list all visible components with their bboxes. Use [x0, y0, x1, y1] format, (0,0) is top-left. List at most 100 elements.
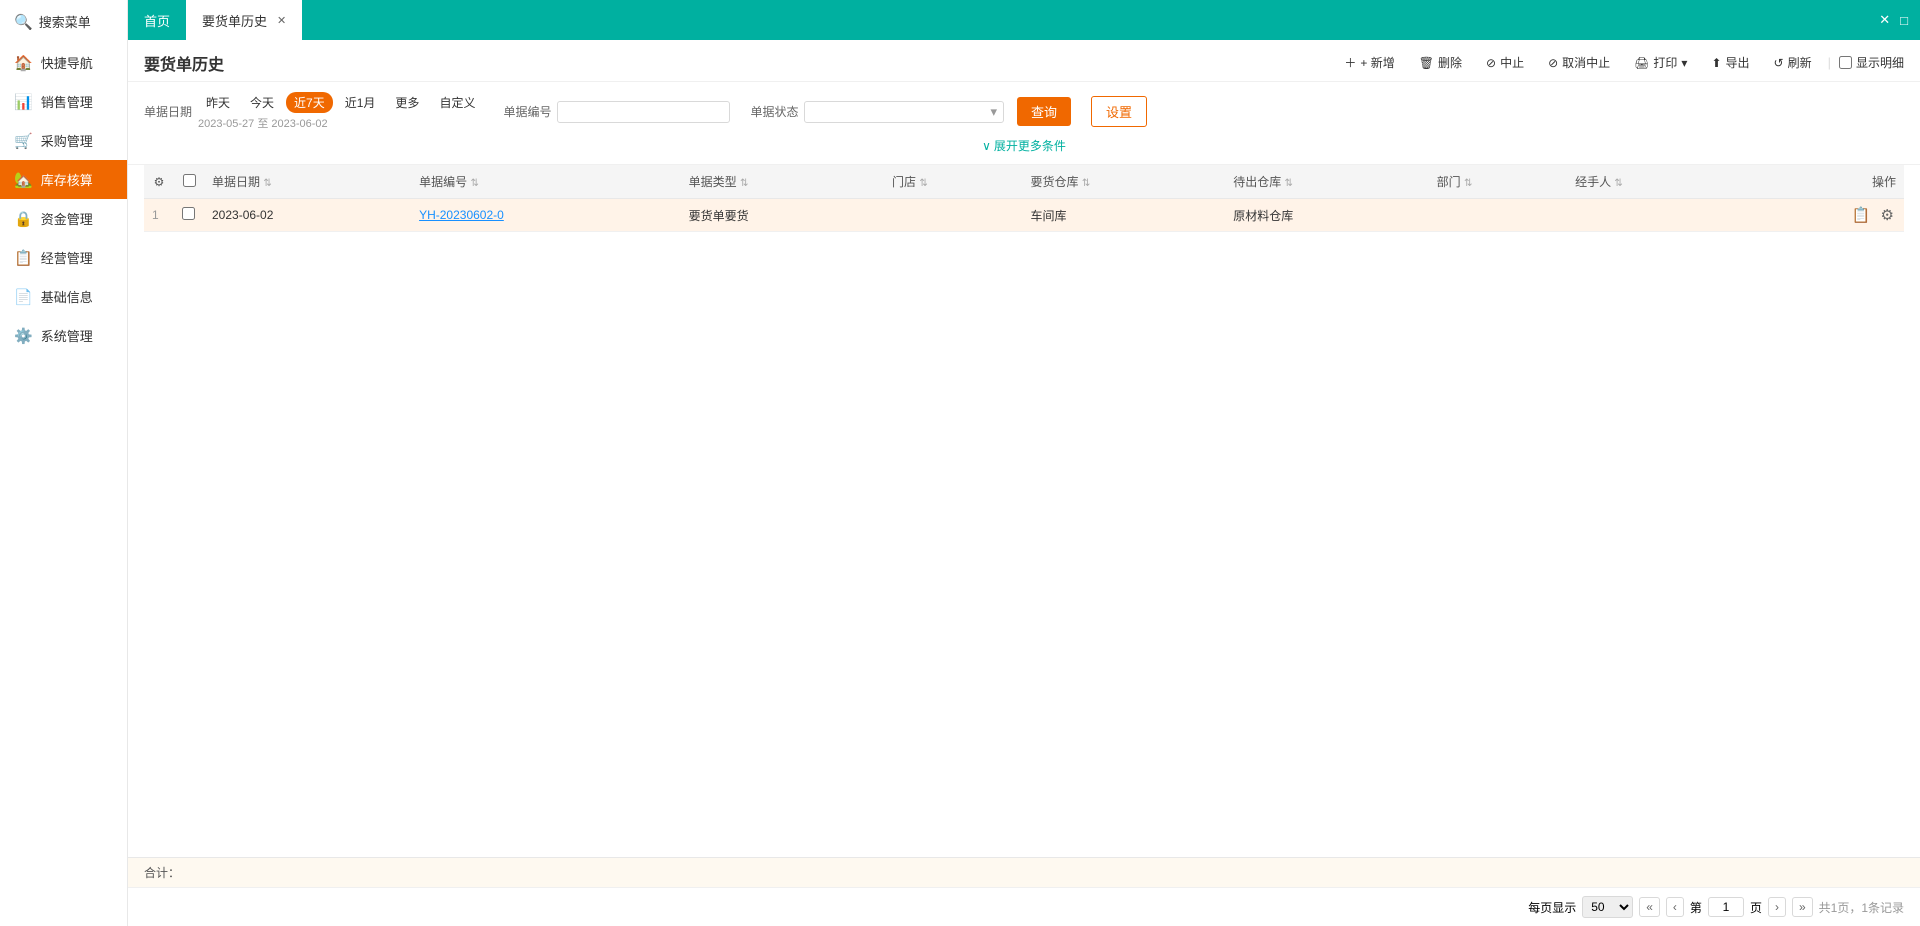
per-page-select[interactable]: 50 20 100 [1582, 896, 1633, 918]
table-header-row: ⚙ 单据日期 ⇅ 单据编号 ⇅ 单据类型 [144, 165, 1904, 199]
sidebar-item-purchase[interactable]: 🛒 采购管理 [0, 121, 127, 160]
new-button[interactable]: ＋ + 新增 [1336, 50, 1402, 75]
sidebar-item-system[interactable]: ⚙️ 系统管理 [0, 316, 127, 355]
sidebar-item-sales[interactable]: 📊 销售管理 [0, 82, 127, 121]
sidebar-item-inventory[interactable]: 🏡 库存核算 [0, 160, 127, 199]
order-no-input[interactable] [557, 101, 730, 123]
refresh-button[interactable]: ↺ 刷新 [1766, 50, 1820, 75]
row-date: 2023-06-02 [204, 199, 411, 232]
print-button[interactable]: 🖨 打印 ▾ [1626, 50, 1695, 75]
sort-orderno-icon: ⇅ [470, 178, 478, 189]
sort-type-icon: ⇅ [740, 178, 748, 189]
sidebar-item-basic[interactable]: 📄 基础信息 [0, 277, 127, 316]
sort-pendwh-icon: ⇅ [1285, 178, 1293, 189]
sort-date-icon: ⇅ [263, 178, 271, 189]
toolbar: ＋ + 新增 🗑 删除 ⊘ 中止 ⊘ 取消中止 🖨 打印 [1336, 50, 1904, 75]
date-chip-last7days[interactable]: 近7天 [286, 92, 333, 113]
basic-icon: 📄 [14, 288, 33, 306]
per-page-label: 每页显示 [1528, 899, 1576, 916]
window-maximize-icon[interactable]: □ [1900, 13, 1908, 28]
th-date[interactable]: 单据日期 ⇅ [204, 165, 411, 199]
sidebar-item-label: 销售管理 [41, 92, 93, 111]
th-settings[interactable]: ⚙ [144, 165, 174, 199]
date-chip-custom[interactable]: 自定义 [431, 92, 483, 113]
date-chip-today[interactable]: 今天 [242, 92, 282, 113]
query-button[interactable]: 查询 [1017, 97, 1071, 126]
th-req-warehouse[interactable]: 要货仓库 ⇅ [1023, 165, 1226, 199]
date-chips: 昨天 今天 近7天 近1月 更多 自定义 [198, 92, 483, 113]
tab-home-label: 首页 [144, 11, 170, 30]
row-checkbox-cell [174, 199, 204, 232]
date-chip-last1month[interactable]: 近1月 [337, 92, 384, 113]
export-button[interactable]: ⬆ 导出 [1703, 50, 1757, 75]
page-label: 第 [1690, 899, 1702, 916]
refresh-icon: ↺ [1774, 56, 1784, 70]
pagination-info: 共1页，1条记录 [1819, 899, 1904, 916]
new-icon: ＋ [1344, 54, 1356, 71]
delete-button[interactable]: 🗑 删除 [1411, 50, 1470, 75]
sidebar-item-operation[interactable]: 📋 经营管理 [0, 238, 127, 277]
date-chip-yesterday[interactable]: 昨天 [198, 92, 238, 113]
prev-page-button[interactable]: ‹ [1666, 897, 1684, 917]
home-icon: 🏠 [14, 54, 33, 72]
date-filter-col: 昨天 今天 近7天 近1月 更多 自定义 2023-05-27 至 2023-0… [198, 92, 483, 131]
cancel-stop-button[interactable]: ⊘ 取消中止 [1540, 50, 1618, 75]
expand-chevron-icon: ∨ [982, 139, 991, 153]
page-suffix: 页 [1750, 899, 1762, 916]
th-operation: 操作 [1738, 165, 1904, 199]
row-delete-button[interactable]: ⚙ [1879, 206, 1896, 224]
th-order-no[interactable]: 单据编号 ⇅ [411, 165, 681, 199]
print-icon: 🖨 [1634, 56, 1649, 70]
th-pending-warehouse[interactable]: 待出仓库 ⇅ [1225, 165, 1428, 199]
sidebar-item-label: 库存核算 [41, 170, 93, 189]
expand-more-btn[interactable]: ∨ 展开更多条件 [144, 137, 1904, 154]
stop-button[interactable]: ⊘ 中止 [1478, 50, 1532, 75]
page-input[interactable] [1708, 897, 1744, 917]
status-input[interactable] [804, 101, 1004, 123]
tab-requisition-label: 要货单历史 [202, 11, 267, 30]
export-icon: ⬆ [1711, 56, 1721, 70]
page-title: 要货单历史 [144, 51, 224, 75]
row-checkbox[interactable] [182, 207, 195, 220]
display-detail-label: 显示明细 [1839, 54, 1904, 71]
sidebar-item-quick-nav[interactable]: 🏠 快捷导航 [0, 43, 127, 82]
page-header: 要货单历史 ＋ + 新增 🗑 删除 ⊘ 中止 ⊘ 取消中止 [128, 40, 1920, 82]
sidebar-item-label: 系统管理 [41, 326, 93, 345]
first-page-button[interactable]: « [1639, 897, 1660, 917]
next-page-button[interactable]: › [1768, 897, 1786, 917]
date-chip-more[interactable]: 更多 [387, 92, 427, 113]
select-all-checkbox[interactable] [183, 174, 196, 187]
sort-reqwh-icon: ⇅ [1082, 178, 1090, 189]
system-icon: ⚙️ [14, 327, 33, 345]
data-table: ⚙ 单据日期 ⇅ 单据编号 ⇅ 单据类型 [144, 165, 1904, 232]
th-order-type[interactable]: 单据类型 ⇅ [681, 165, 884, 199]
window-close-icon[interactable]: ✕ [1879, 12, 1890, 28]
tab-close-icon[interactable]: ✕ [277, 14, 286, 27]
tab-requisition-history[interactable]: 要货单历史 ✕ [186, 0, 302, 40]
tab-home[interactable]: 首页 [128, 0, 186, 40]
filter-row: 单据日期 昨天 今天 近7天 近1月 更多 自定义 2023-05-27 至 2… [144, 92, 1904, 131]
finance-icon: 🔒 [14, 210, 33, 228]
order-no-label: 单据编号 [503, 103, 551, 120]
row-store [884, 199, 1022, 232]
row-edit-button[interactable]: 📋 [1850, 206, 1873, 224]
status-dropdown-icon[interactable]: ▾ [990, 104, 997, 120]
op-btns: 📋 ⚙ [1746, 206, 1896, 224]
main-area: 首页 要货单历史 ✕ ✕ □ 要货单历史 ＋ + 新增 🗑 删除 [128, 0, 1920, 926]
table-body: 1 2023-06-02 YH-20230602-0 要货单要货 车间库 原材料… [144, 199, 1904, 232]
display-detail-checkbox[interactable] [1839, 56, 1852, 69]
row-req-warehouse: 车间库 [1023, 199, 1226, 232]
th-store[interactable]: 门店 ⇅ [884, 165, 1022, 199]
th-handler[interactable]: 经手人 ⇅ [1567, 165, 1738, 199]
sidebar-search[interactable]: 🔍 搜索菜单 [0, 0, 127, 43]
cancel-stop-icon: ⊘ [1548, 56, 1558, 70]
settings-button[interactable]: 设置 [1091, 96, 1147, 127]
row-order-no-link[interactable]: YH-20230602-0 [419, 208, 504, 222]
sidebar-item-finance[interactable]: 🔒 资金管理 [0, 199, 127, 238]
topbar-right: ✕ □ [1879, 12, 1920, 28]
th-department[interactable]: 部门 ⇅ [1429, 165, 1567, 199]
last-page-button[interactable]: » [1792, 897, 1813, 917]
th-checkbox [174, 165, 204, 199]
print-dropdown-icon: ▾ [1681, 56, 1687, 70]
row-department [1429, 199, 1567, 232]
